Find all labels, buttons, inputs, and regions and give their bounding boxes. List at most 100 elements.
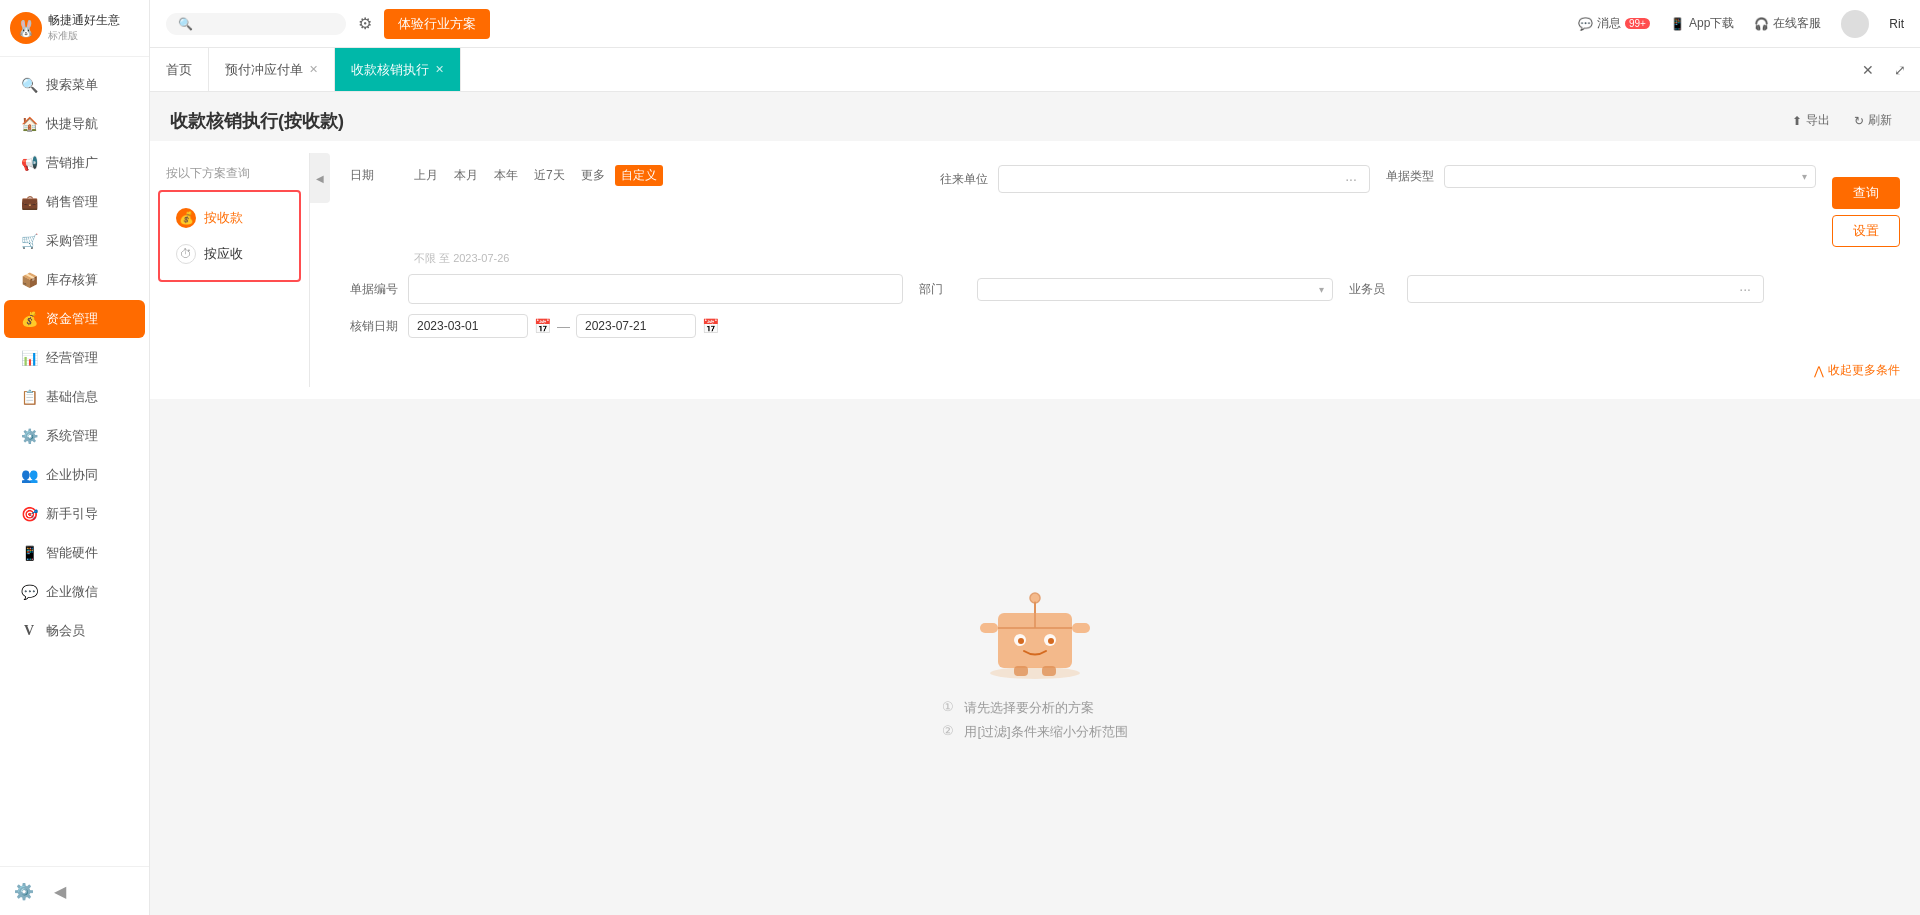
verify-date-start-input[interactable] [408, 314, 528, 338]
receivable-icon: ⏱ [176, 244, 196, 264]
customer-service-item[interactable]: 🎧 在线客服 [1754, 15, 1821, 32]
date-option-this-year[interactable]: 本年 [488, 165, 524, 186]
date-option-7days[interactable]: 近7天 [528, 165, 571, 186]
message-icon: 💬 [1578, 17, 1593, 31]
svg-rect-13 [1042, 666, 1056, 676]
tab-prepay-close[interactable]: ✕ [309, 63, 318, 76]
tab-home-label: 首页 [166, 61, 192, 79]
sidebar-item-sales[interactable]: 💼 销售管理 [4, 183, 145, 221]
message-label: 消息 [1597, 15, 1621, 32]
settings-filter-button[interactable]: 设置 [1832, 215, 1900, 247]
sidebar-item-member[interactable]: V 畅会员 [4, 612, 145, 650]
header-search-icon: 🔍 [178, 17, 193, 31]
sidebar-item-quick-nav[interactable]: 🏠 快捷导航 [4, 105, 145, 143]
settings-bottom-icon[interactable]: ⚙️ [10, 877, 38, 905]
svg-rect-12 [1014, 666, 1028, 676]
doctype-select[interactable]: ▾ [1444, 165, 1816, 188]
sidebar-item-sales-label: 销售管理 [46, 193, 98, 211]
dept-field-label: 部门 [919, 281, 971, 298]
verify-date-range: 📅 — 📅 [408, 314, 719, 338]
refresh-button[interactable]: ↻ 刷新 [1846, 108, 1900, 133]
sidebar-item-hardware[interactable]: 📱 智能硬件 [4, 534, 145, 572]
logo-sub: 标准版 [48, 29, 120, 43]
tabs-controls: ✕ ⤢ [1848, 48, 1920, 91]
main-area: 🔍 ⚙ 体验行业方案 💬 消息 99+ 📱 App下载 🎧 在线客服 Rit [150, 0, 1920, 915]
dept-select[interactable]: ▾ [977, 278, 1334, 301]
sidebar-item-search-label: 搜索菜单 [46, 76, 98, 94]
header-gear-icon[interactable]: ⚙ [358, 14, 372, 33]
filter-option-by-receipt[interactable]: 💰 按收款 [160, 200, 299, 236]
verify-date-end-input[interactable] [576, 314, 696, 338]
doctype-field-label: 单据类型 [1386, 168, 1438, 185]
tab-collection-close[interactable]: ✕ [435, 63, 444, 76]
svg-point-7 [1048, 638, 1054, 644]
tab-prepay[interactable]: 预付冲应付单 ✕ [209, 48, 335, 91]
tab-home[interactable]: 首页 [150, 48, 209, 91]
app-download-label: App下载 [1689, 15, 1734, 32]
message-badge: 99+ [1625, 18, 1650, 29]
tab-expand-btn[interactable]: ⤢ [1888, 58, 1912, 82]
empty-hint-1: ① 请先选择要分析的方案 [942, 699, 1127, 717]
sidebar-item-system[interactable]: ⚙️ 系统管理 [4, 417, 145, 455]
filter-option-by-receivable[interactable]: ⏱ 按应收 [160, 236, 299, 272]
salesperson-input[interactable]: ··· [1407, 275, 1764, 303]
sidebar-item-basic-info[interactable]: 📋 基础信息 [4, 378, 145, 416]
page-title: 收款核销执行(按收款) [170, 109, 344, 133]
verify-date-end-calendar-icon[interactable]: 📅 [702, 318, 719, 334]
sidebar-item-operations[interactable]: 📊 经营管理 [4, 339, 145, 377]
message-icon-item[interactable]: 💬 消息 99+ [1578, 15, 1650, 32]
header-search-bar[interactable]: 🔍 [166, 13, 346, 35]
counterpart-field-label: 往来单位 [940, 171, 992, 188]
finance-icon: 💰 [20, 310, 38, 328]
filter-option-by-receivable-label: 按应收 [204, 245, 243, 263]
user-avatar[interactable] [1841, 10, 1869, 38]
filter-sidebar-collapse-btn[interactable]: ◀ [310, 153, 330, 203]
sidebar-item-newbie[interactable]: 🎯 新手引导 [4, 495, 145, 533]
logo-icon: 🐰 [10, 12, 42, 44]
collab-icon: 👥 [20, 466, 38, 484]
app-download-icon: 📱 [1670, 17, 1685, 31]
counterpart-dots-icon[interactable]: ··· [1341, 171, 1361, 187]
sidebar-item-wechat[interactable]: 💬 企业微信 [4, 573, 145, 611]
sidebar-item-collab-label: 企业协同 [46, 466, 98, 484]
date-option-last-month[interactable]: 上月 [408, 165, 444, 186]
sidebar-item-collab[interactable]: 👥 企业协同 [4, 456, 145, 494]
sidebar-item-inventory-label: 库存核算 [46, 271, 98, 289]
docno-input[interactable] [408, 274, 903, 304]
sidebar-item-purchase[interactable]: 🛒 采购管理 [4, 222, 145, 260]
date-option-this-month[interactable]: 本月 [448, 165, 484, 186]
query-button[interactable]: 查询 [1832, 177, 1900, 209]
sidebar-item-inventory[interactable]: 📦 库存核算 [4, 261, 145, 299]
tab-prepay-label: 预付冲应付单 [225, 61, 303, 79]
solution-button[interactable]: 体验行业方案 [384, 9, 490, 39]
refresh-label: 刷新 [1868, 112, 1892, 129]
sidebar-item-finance[interactable]: 💰 资金管理 [4, 300, 145, 338]
query-buttons-area: 查询 设置 [1832, 165, 1900, 247]
sidebar-item-search[interactable]: 🔍 搜索菜单 [4, 66, 145, 104]
dept-arrow-icon: ▾ [1319, 284, 1324, 295]
date-option-custom[interactable]: 自定义 [615, 165, 663, 186]
export-button[interactable]: ⬆ 导出 [1784, 108, 1838, 133]
hardware-icon: 📱 [20, 544, 38, 562]
collapse-more-btn[interactable]: ⋀ 收起更多条件 [330, 358, 1920, 387]
salesperson-dots-icon[interactable]: ··· [1735, 281, 1755, 297]
date-option-more[interactable]: 更多 [575, 165, 611, 186]
filter-option-by-receipt-label: 按收款 [204, 209, 243, 227]
inventory-icon: 📦 [20, 271, 38, 289]
collapse-sidebar-icon[interactable]: ◀ [46, 877, 74, 905]
doctype-arrow-icon: ▾ [1802, 171, 1807, 182]
counterpart-input[interactable]: ··· [998, 165, 1370, 193]
svg-point-6 [1018, 638, 1024, 644]
tab-close-all-btn[interactable]: ✕ [1856, 58, 1880, 82]
verify-date-start-calendar-icon[interactable]: 📅 [534, 318, 551, 334]
page-header: 收款核销执行(按收款) ⬆ 导出 ↻ 刷新 [150, 92, 1920, 141]
date-no-limit-label: 不限 至 2023-07-26 [414, 251, 1900, 266]
sidebar-item-marketing[interactable]: 📢 营销推广 [4, 144, 145, 182]
date-field-label: 日期 [350, 167, 402, 184]
sidebar-item-marketing-label: 营销推广 [46, 154, 98, 172]
tab-collection[interactable]: 收款核销执行 ✕ [335, 48, 461, 91]
tabs-bar: 首页 预付冲应付单 ✕ 收款核销执行 ✕ ✕ ⤢ [150, 48, 1920, 92]
app-download-item[interactable]: 📱 App下载 [1670, 15, 1734, 32]
wechat-icon: 💬 [20, 583, 38, 601]
filter-sidebar: 按以下方案查询 💰 按收款 ⏱ 按应收 [150, 153, 310, 387]
